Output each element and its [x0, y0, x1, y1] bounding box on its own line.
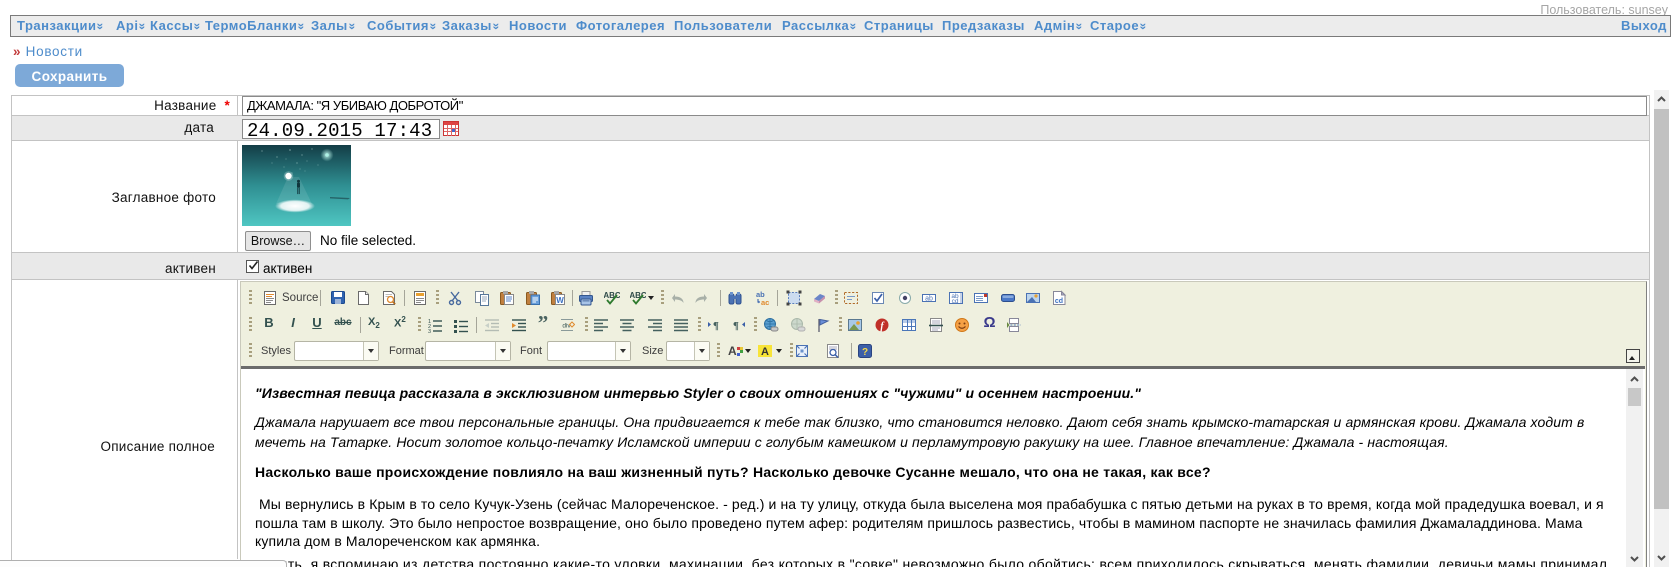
- svg-text:W: W: [556, 296, 564, 305]
- svg-text:cd: cd: [952, 298, 959, 305]
- svg-text:¶: ¶: [733, 320, 739, 332]
- svg-text:3: 3: [428, 329, 431, 333]
- svg-text:¶: ¶: [713, 320, 719, 332]
- svg-text:ac: ac: [761, 298, 769, 306]
- svg-text:?: ?: [862, 347, 868, 358]
- svg-text:cd: cd: [1055, 298, 1063, 305]
- svg-text:ab: ab: [925, 296, 933, 303]
- svg-text:A: A: [761, 346, 769, 358]
- svg-text:A: A: [728, 344, 737, 358]
